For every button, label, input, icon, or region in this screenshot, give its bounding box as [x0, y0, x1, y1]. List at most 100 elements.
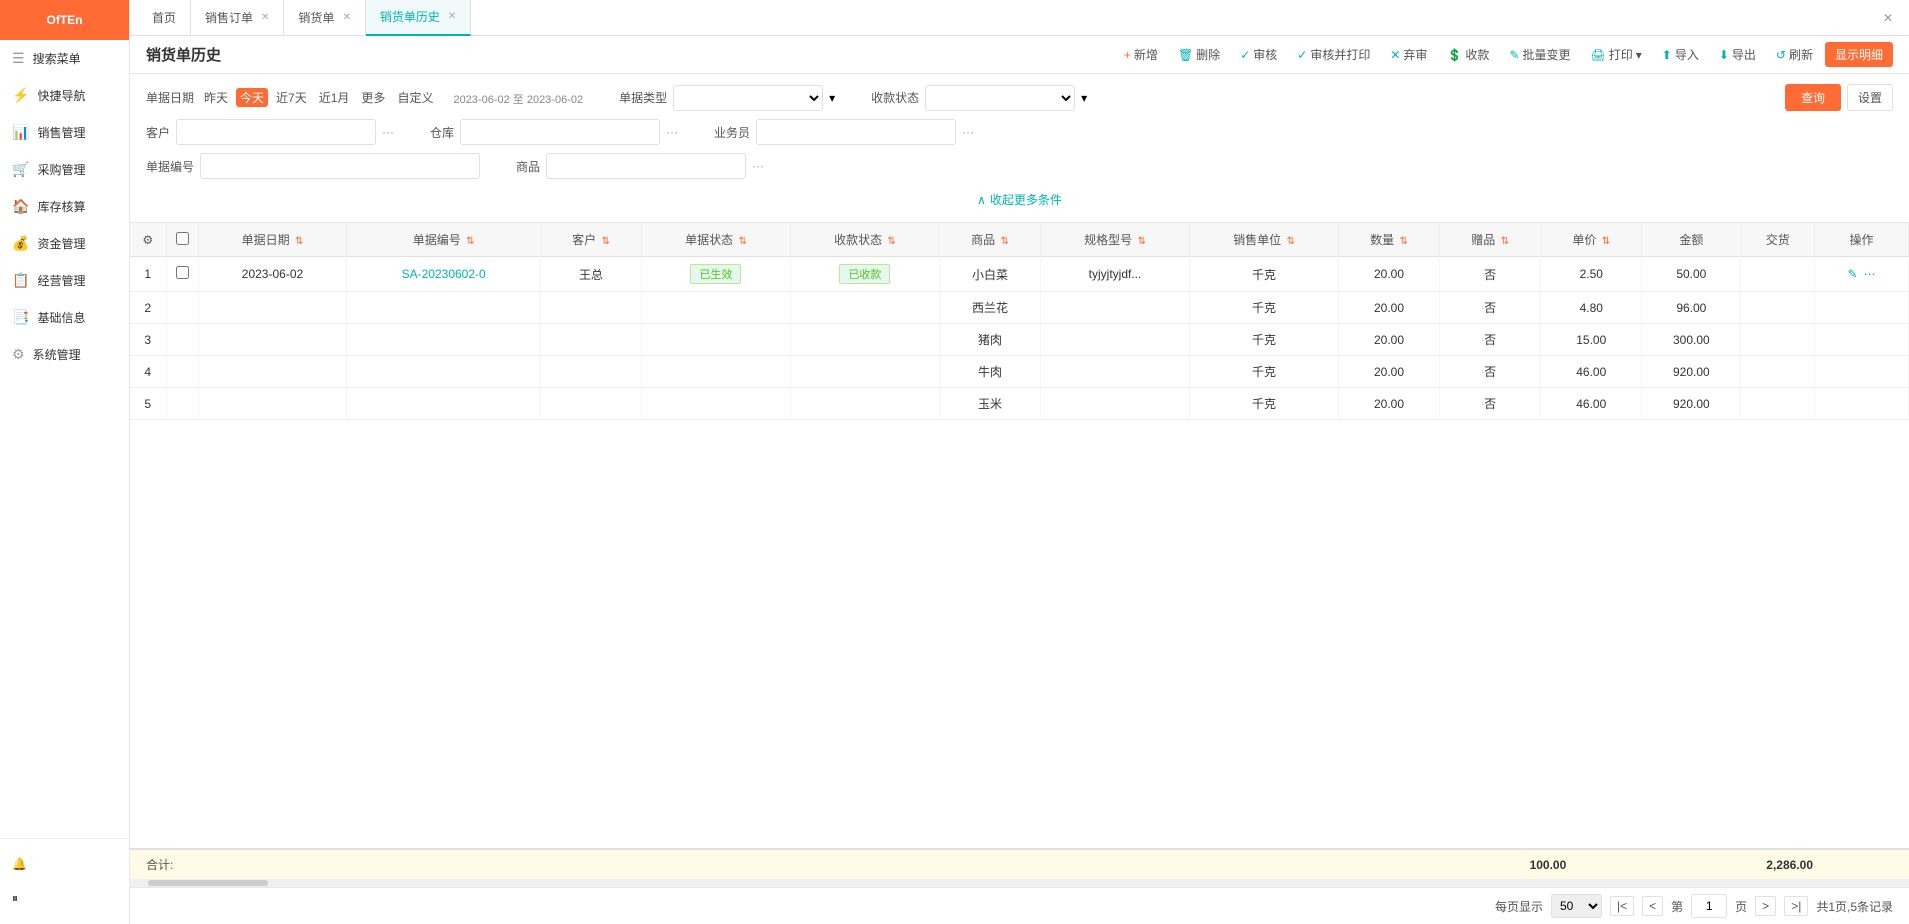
th-quantity[interactable]: 数量 ⇅: [1338, 223, 1439, 257]
th-goods[interactable]: 商品 ⇅: [939, 223, 1040, 257]
show-detail-button[interactable]: 显示明细: [1825, 42, 1893, 67]
cell-doc-date-3: [198, 356, 347, 388]
horizontal-scrollbar[interactable]: [130, 879, 1909, 887]
prev-page-button[interactable]: <: [1642, 896, 1663, 916]
th-gift[interactable]: 赠品 ⇅: [1440, 223, 1541, 257]
cell-checkbox-0[interactable]: [166, 257, 198, 292]
delete-button[interactable]: 🗑 删除: [1170, 42, 1228, 67]
date-shortcut-custom[interactable]: 自定义: [393, 88, 437, 107]
audit-print-button[interactable]: ✓ 审核并打印: [1289, 42, 1378, 67]
th-doc-status[interactable]: 单据状态 ⇅: [642, 223, 791, 257]
abandon-button[interactable]: ✕ 弃审: [1382, 42, 1435, 67]
tab-bar: 首页 销售订单 ✕ 销货单 ✕ 销货单历史 ✕ ✕: [130, 0, 1909, 36]
goods-dots-button[interactable]: ···: [752, 159, 764, 173]
select-all-checkbox[interactable]: [176, 232, 189, 245]
first-page-button[interactable]: |<: [1610, 896, 1634, 916]
collapse-button[interactable]: ∧ 收起更多条件: [146, 187, 1893, 212]
payment-status-select[interactable]: [925, 85, 1075, 111]
goods-filter-group: 商品 ···: [516, 153, 764, 179]
tab-sales-goods[interactable]: 销货单 ✕: [284, 0, 365, 36]
sidebar-item-basic-info[interactable]: 📑 基础信息: [0, 299, 129, 336]
per-page-select[interactable]: 50 100: [1551, 894, 1602, 918]
sidebar-item-sales-mgmt[interactable]: 📊 销售管理: [0, 114, 129, 151]
query-button[interactable]: 查询: [1785, 84, 1841, 111]
sidebar-item-search-menu[interactable]: ☰ 搜索菜单: [0, 40, 129, 77]
cell-checkbox-3[interactable]: [166, 356, 198, 388]
cell-checkbox-1[interactable]: [166, 292, 198, 324]
sidebar-item-ops-mgmt[interactable]: 📋 经营管理: [0, 262, 129, 299]
sidebar-bottom-item1[interactable]: 🔔: [0, 847, 129, 881]
close-sales-history-icon[interactable]: ✕: [448, 11, 456, 22]
salesperson-dots-button[interactable]: ···: [962, 125, 974, 139]
audit-button[interactable]: ✓ 审核: [1232, 42, 1285, 67]
sidebar-item-purchase-mgmt[interactable]: 🛒 采购管理: [0, 151, 129, 188]
th-unit-price[interactable]: 单价 ⇅: [1541, 223, 1642, 257]
customer-input[interactable]: [176, 119, 376, 145]
cell-goods-1: 西兰花: [939, 292, 1040, 324]
th-checkbox[interactable]: [166, 223, 198, 257]
date-shortcut-yesterday[interactable]: 昨天: [200, 88, 232, 107]
cell-gift-3: 否: [1440, 356, 1541, 388]
th-settings[interactable]: ⚙: [130, 223, 166, 257]
th-customer[interactable]: 客户 ⇅: [540, 223, 641, 257]
close-all-tabs-button[interactable]: ✕: [1875, 11, 1901, 25]
warehouse-input[interactable]: [460, 119, 660, 145]
sidebar-item-quick-nav[interactable]: ⚡ 快捷导航: [0, 77, 129, 114]
th-spec-type[interactable]: 规格型号 ⇅: [1041, 223, 1190, 257]
tab-sales-history[interactable]: 销货单历史 ✕: [366, 0, 471, 36]
print-icon: 🖨: [1590, 48, 1605, 62]
salesperson-input[interactable]: [756, 119, 956, 145]
th-doc-date[interactable]: 单据日期 ⇅: [198, 223, 347, 257]
collect-button[interactable]: 💲 收款: [1439, 42, 1497, 67]
next-page-button[interactable]: >: [1755, 896, 1776, 916]
th-payment-status[interactable]: 收款状态 ⇅: [790, 223, 939, 257]
batch-change-button[interactable]: ✎ 批量变更: [1501, 42, 1578, 67]
tab-sales-history-label: 销货单历史: [380, 8, 440, 25]
edit-action-button[interactable]: ✎: [1845, 267, 1861, 281]
import-label: 导入: [1675, 46, 1699, 63]
tab-home[interactable]: 首页: [138, 0, 191, 36]
sidebar-item-inventory-calc[interactable]: 🏠 库存核算: [0, 188, 129, 225]
cell-checkbox-4[interactable]: [166, 388, 198, 420]
last-page-button[interactable]: >|: [1784, 896, 1808, 916]
refresh-button[interactable]: ↺ 刷新: [1768, 42, 1821, 67]
doc-no-input[interactable]: [200, 153, 480, 179]
import-button[interactable]: ⬆ 导入: [1654, 42, 1707, 67]
goods-input[interactable]: [546, 153, 746, 179]
customer-dots-button[interactable]: ···: [382, 125, 394, 139]
sidebar-item-fund-mgmt[interactable]: 💰 资金管理: [0, 225, 129, 262]
cell-checkbox-2[interactable]: [166, 324, 198, 356]
print-button[interactable]: 🖨 打印 ▾: [1582, 42, 1649, 67]
page-number-input[interactable]: [1691, 894, 1727, 918]
sidebar-item-sys-mgmt[interactable]: ⚙ 系统管理: [0, 336, 129, 373]
close-sales-order-icon[interactable]: ✕: [261, 12, 269, 23]
date-shortcut-today[interactable]: 今天: [236, 88, 268, 107]
cell-doc-no-1[interactable]: [347, 292, 540, 324]
audit-label: 审核: [1253, 46, 1277, 63]
table-row: 2 西兰花 千克 20.00 否 4.80 96.00: [130, 292, 1909, 324]
collapse-label: 收起更多条件: [990, 191, 1062, 208]
cell-doc-no-3[interactable]: [347, 356, 540, 388]
date-shortcut-more[interactable]: 更多: [357, 88, 389, 107]
scrollbar-thumb[interactable]: [148, 880, 268, 886]
date-shortcut-7days[interactable]: 近7天: [272, 88, 311, 107]
doc-type-select[interactable]: [673, 85, 823, 111]
tab-sales-order[interactable]: 销售订单 ✕: [191, 0, 284, 36]
cell-doc-status-3: [642, 356, 791, 388]
cell-doc-no-4[interactable]: [347, 388, 540, 420]
th-sales-unit[interactable]: 销售单位 ⇅: [1190, 223, 1339, 257]
more-action-button[interactable]: ⋯: [1861, 267, 1879, 281]
sidebar-bottom-item2[interactable]: ⏸: [0, 881, 129, 916]
cell-doc-no-0[interactable]: SA-20230602-0: [347, 257, 540, 292]
th-sales-unit-label: 销售单位: [1233, 233, 1281, 247]
row-checkbox[interactable]: [176, 266, 189, 279]
th-doc-no[interactable]: 单据编号 ⇅: [347, 223, 540, 257]
new-button[interactable]: + 新增: [1116, 42, 1166, 67]
export-button[interactable]: ⬇ 导出: [1711, 42, 1764, 67]
warehouse-dots-button[interactable]: ···: [666, 125, 678, 139]
new-label: 新增: [1134, 46, 1158, 63]
date-shortcut-1month[interactable]: 近1月: [315, 88, 354, 107]
close-sales-goods-icon[interactable]: ✕: [342, 12, 350, 23]
set-button[interactable]: 设置: [1847, 84, 1893, 111]
cell-doc-no-2[interactable]: [347, 324, 540, 356]
